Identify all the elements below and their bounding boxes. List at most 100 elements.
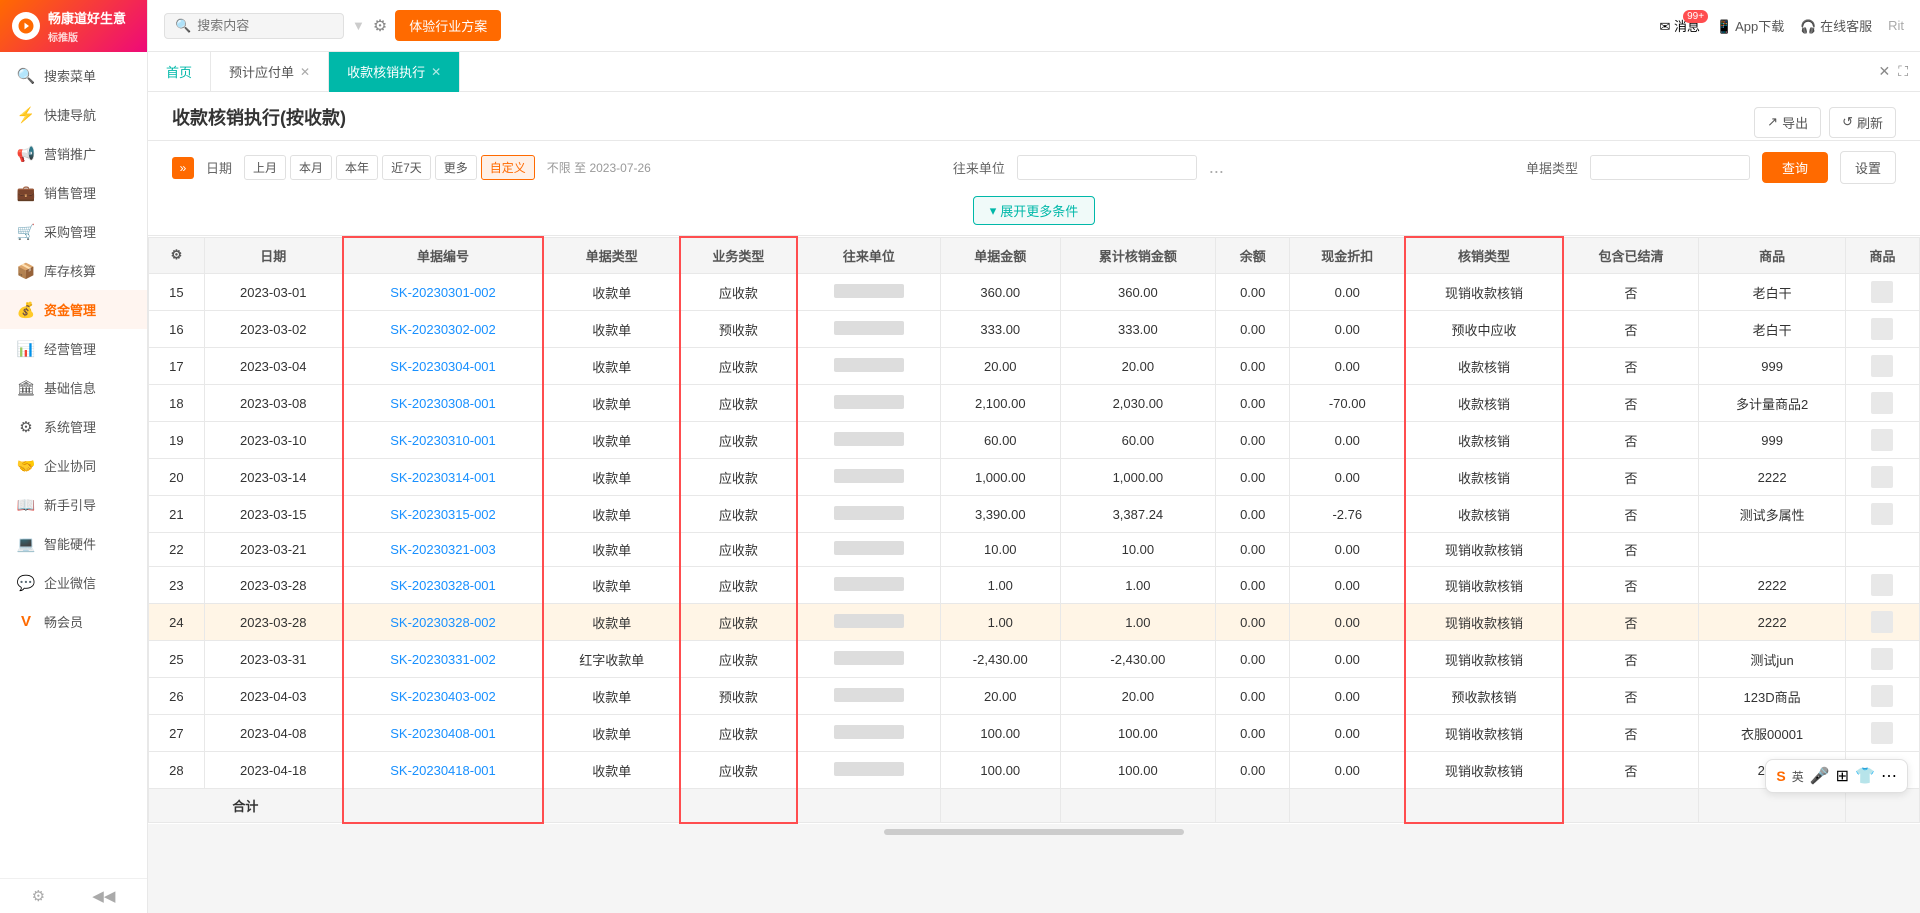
tab-verify[interactable]: 收款核销执行 ✕ [329, 52, 460, 92]
cell-date: 2023-03-21 [204, 533, 342, 567]
sidebar-logo: 畅康道好生意 标推版 [0, 0, 147, 52]
cell-verify-type: 现销收款核销 [1405, 533, 1562, 567]
cell-accum-verify: 3,387.24 [1060, 496, 1216, 533]
cell-bill-no: SK-20230308-001 [343, 385, 544, 422]
export-button[interactable]: ↗ 导出 [1754, 107, 1821, 138]
bill-no-link[interactable]: SK-20230328-001 [390, 578, 496, 593]
message-icon-area[interactable]: ✉ 消息 99+ [1660, 16, 1701, 35]
bill-no-link[interactable]: SK-20230418-001 [390, 763, 496, 778]
cell-accum-verify: 20.00 [1060, 348, 1216, 385]
topbar-gear-icon[interactable]: ⚙ [373, 16, 387, 36]
date-btn-this-month[interactable]: 本月 [290, 155, 332, 180]
collapse-sidebar-icon[interactable]: ◀◀ [92, 887, 115, 905]
system-icon: ⚙ [16, 418, 36, 436]
settings-bottom-icon[interactable]: ⚙ [32, 887, 45, 905]
topbar-search-wrap[interactable]: 🔍 [164, 13, 344, 39]
bill-no-link[interactable]: SK-20230328-002 [390, 615, 496, 630]
sidebar-label-guide: 新手引导 [44, 495, 96, 514]
cell-bill-no: SK-20230314-001 [343, 459, 544, 496]
sidebar-item-inventory[interactable]: 📦 库存核算 [0, 251, 147, 290]
bill-no-link[interactable]: SK-20230310-001 [390, 433, 496, 448]
app-download-link[interactable]: 📱 App下载 [1716, 16, 1784, 35]
cell-goods2 [1845, 385, 1919, 422]
expand-more-conditions-button[interactable]: ▾ 展开更多条件 [973, 196, 1096, 225]
date-btn-last-month[interactable]: 上月 [244, 155, 286, 180]
cell-cash-disc: 0.00 [1290, 348, 1406, 385]
sidebar-item-quicknav[interactable]: ⚡ 快捷导航 [0, 95, 147, 134]
tabbar-expand-button[interactable]: ⛶ [1898, 63, 1908, 80]
query-button[interactable]: 查询 [1762, 152, 1828, 183]
tab-home[interactable]: 首页 [148, 52, 211, 92]
bill-no-link[interactable]: SK-20230314-001 [390, 470, 496, 485]
refresh-button[interactable]: ↺ 刷新 [1829, 107, 1896, 138]
chevron-down-icon: ▾ [990, 203, 997, 219]
filter-expand-icon[interactable]: » [172, 157, 194, 179]
col-biz-type: 业务类型 [680, 237, 796, 274]
partner-filter-input[interactable] [1017, 155, 1197, 180]
bill-no-link[interactable]: SK-20230302-002 [390, 322, 496, 337]
cell-cash-disc: 0.00 [1290, 459, 1406, 496]
refresh-icon: ↺ [1842, 114, 1853, 130]
bill-no-link[interactable]: SK-20230308-001 [390, 396, 496, 411]
cell-amount: 333.00 [941, 311, 1060, 348]
cell-partner [797, 567, 941, 604]
data-table: ⚙ 日期 单据编号 单据类型 业务类型 往来单位 单据金额 累计核销金额 余额 … [148, 236, 1920, 824]
sidebar-item-purchase[interactable]: 🛒 采购管理 [0, 212, 147, 251]
settings-button[interactable]: 设置 [1840, 151, 1896, 184]
date-btn-7days[interactable]: 近7天 [382, 155, 431, 180]
bill-no-link[interactable]: SK-20230403-002 [390, 689, 496, 704]
cell-balance: 0.00 [1216, 385, 1290, 422]
cell-goods1: 老白干 [1699, 274, 1846, 311]
bill-no-link[interactable]: SK-20230301-002 [390, 285, 496, 300]
footer-bill-no [343, 789, 544, 823]
sidebar-item-search[interactable]: 🔍 搜索菜单 [0, 56, 147, 95]
date-btn-this-year[interactable]: 本年 [336, 155, 378, 180]
bill-no-link[interactable]: SK-20230304-001 [390, 359, 496, 374]
date-btn-custom[interactable]: 自定义 [481, 155, 535, 180]
cell-amount: 20.00 [941, 348, 1060, 385]
sidebar-item-wechat[interactable]: 💬 企业微信 [0, 563, 147, 602]
sidebar-item-marketing[interactable]: 📢 营销推广 [0, 134, 147, 173]
sidebar-item-member[interactable]: V 畅会员 [0, 602, 147, 641]
sidebar-item-sales[interactable]: 💼 销售管理 [0, 173, 147, 212]
inventory-icon: 📦 [16, 262, 36, 280]
horizontal-scroll[interactable] [148, 824, 1920, 840]
cell-bill-type: 收款单 [543, 678, 680, 715]
bill-type-select[interactable] [1590, 155, 1750, 180]
bill-no-link[interactable]: SK-20230331-002 [390, 652, 496, 667]
sidebar-item-system[interactable]: ⚙ 系统管理 [0, 407, 147, 446]
topbar-search-input[interactable] [197, 18, 317, 33]
cell-include-cleared: 否 [1563, 604, 1699, 641]
cell-partner [797, 385, 941, 422]
col-settings[interactable]: ⚙ [149, 237, 205, 274]
sidebar-item-corp[interactable]: 🤝 企业协同 [0, 446, 147, 485]
footer-goods2 [1845, 789, 1919, 823]
sidebar-item-operations[interactable]: 📊 经营管理 [0, 329, 147, 368]
online-service-link[interactable]: 🎧 在线客服 [1800, 16, 1872, 35]
bill-no-link[interactable]: SK-20230315-002 [390, 507, 496, 522]
cell-amount: 1.00 [941, 604, 1060, 641]
cell-date: 2023-03-02 [204, 311, 342, 348]
industry-solution-button[interactable]: 体验行业方案 [395, 10, 501, 41]
cell-verify-type: 现销收款核销 [1405, 752, 1562, 789]
cell-balance: 0.00 [1216, 311, 1290, 348]
tab-verify-close-icon[interactable]: ✕ [431, 65, 441, 79]
cell-partner [797, 641, 941, 678]
cell-include-cleared: 否 [1563, 385, 1699, 422]
bill-no-link[interactable]: SK-20230321-003 [390, 542, 496, 557]
cell-biz-type: 预收款 [680, 311, 796, 348]
tab-prepay[interactable]: 预计应付单 ✕ [211, 52, 329, 92]
sidebar-item-hardware[interactable]: 💻 智能硬件 [0, 524, 147, 563]
tabbar-close-button[interactable]: ✕ [1878, 63, 1890, 80]
tab-prepay-close-icon[interactable]: ✕ [300, 65, 310, 79]
table-row: 27 2023-04-08 SK-20230408-001 收款单 应收款 10… [149, 715, 1920, 752]
cell-date: 2023-03-04 [204, 348, 342, 385]
floating-text: 英 [1792, 768, 1804, 785]
sidebar-item-finance[interactable]: 💰 资金管理 [0, 290, 147, 329]
cell-biz-type: 应收款 [680, 604, 796, 641]
date-btn-more[interactable]: 更多 [435, 155, 477, 180]
sidebar-item-basic[interactable]: 🏛 基础信息 [0, 368, 147, 407]
sidebar-item-guide[interactable]: 📖 新手引导 [0, 485, 147, 524]
footer-verify-type [1405, 789, 1562, 823]
bill-no-link[interactable]: SK-20230408-001 [390, 726, 496, 741]
